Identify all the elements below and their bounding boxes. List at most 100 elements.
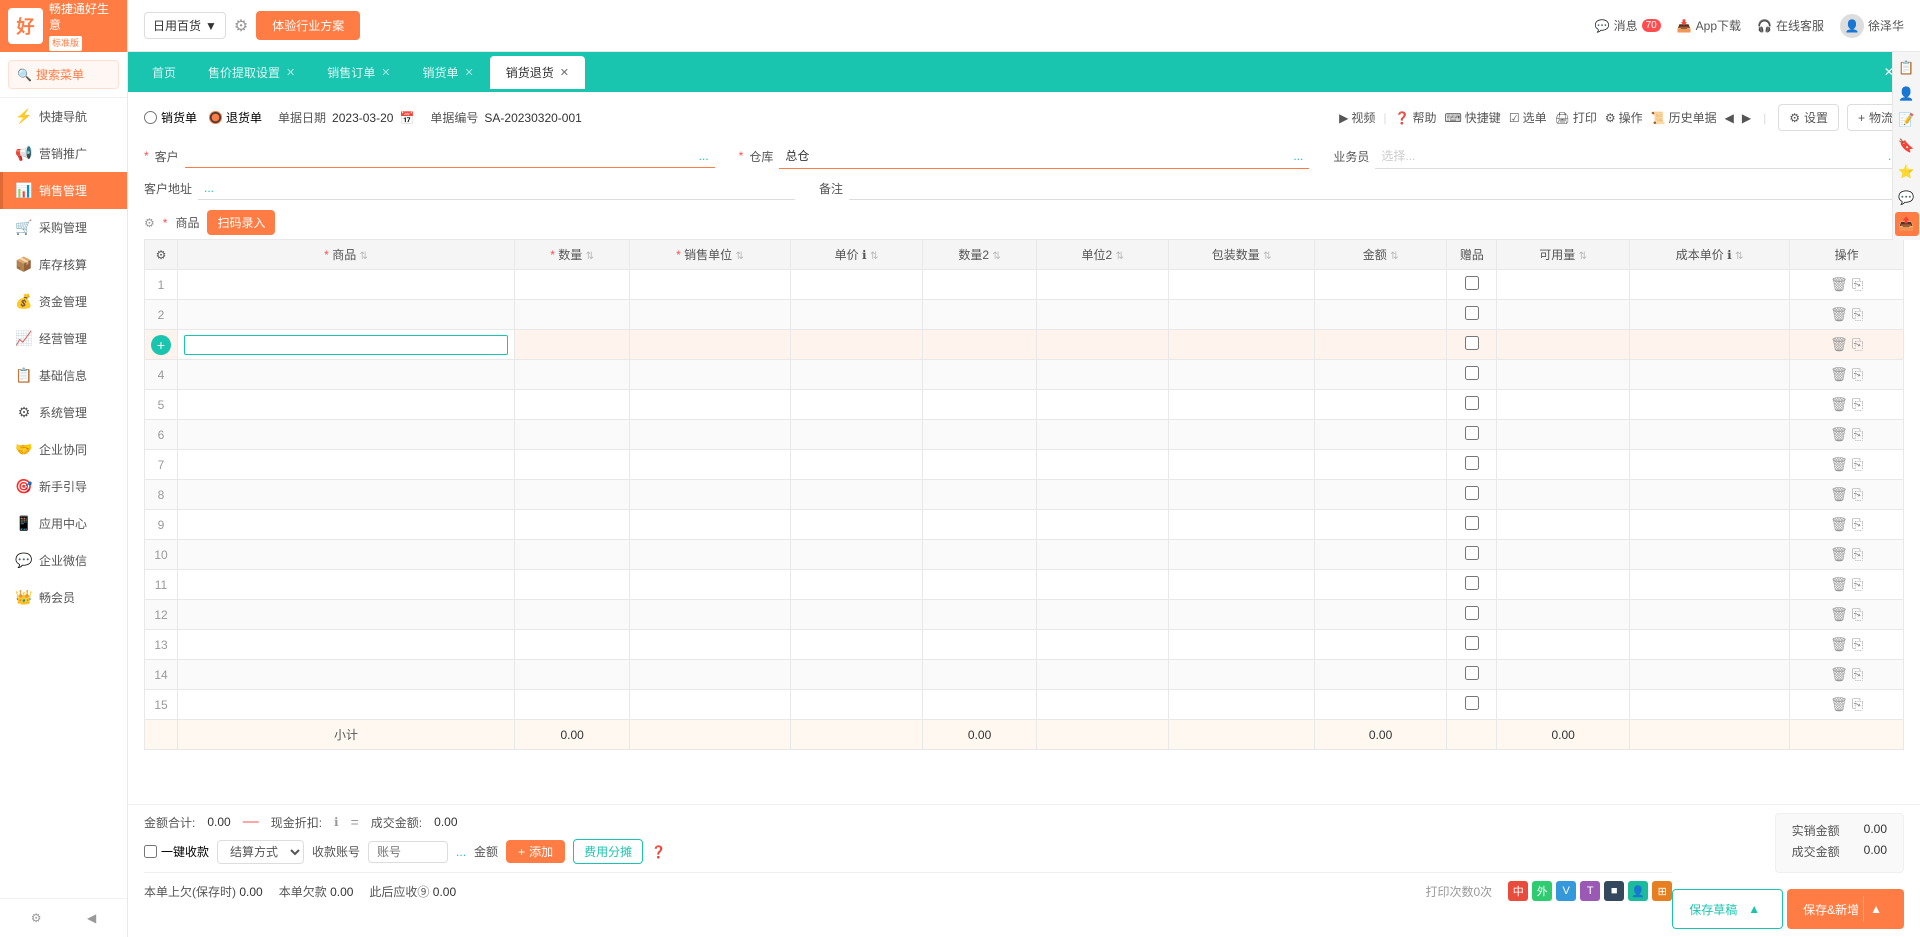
warehouse-input[interactable]: 总仓 ... (779, 143, 1309, 169)
industry-select[interactable]: 日用百货 ▼ (144, 12, 226, 39)
delete-row-icon-11[interactable]: 🗑 (1830, 576, 1848, 593)
cell-available-2[interactable] (1497, 300, 1630, 330)
cell-qty2-11[interactable] (923, 570, 1037, 600)
cell-unit2-15[interactable] (1036, 690, 1169, 720)
cell-cost-10[interactable] (1629, 540, 1789, 570)
cell-unit-4[interactable] (630, 360, 791, 390)
cell-gift-4[interactable] (1447, 360, 1497, 390)
copy-row-icon-7[interactable]: ⎘ (1852, 456, 1863, 473)
sort-unit-icon[interactable]: ⇅ (735, 251, 743, 262)
delete-row-icon-1[interactable]: 🗑 (1830, 276, 1848, 293)
gift-checkbox-14[interactable] (1465, 666, 1479, 680)
cell-available-12[interactable] (1497, 600, 1630, 630)
delete-row-icon-2[interactable]: 🗑 (1830, 306, 1848, 323)
cell-qty2-5[interactable] (923, 390, 1037, 420)
cell-unit-8[interactable] (630, 480, 791, 510)
cell-available-6[interactable] (1497, 420, 1630, 450)
gift-checkbox-3[interactable] (1465, 336, 1479, 350)
cell-product-14[interactable] (178, 660, 515, 690)
cell-amount-14[interactable] (1314, 660, 1447, 690)
save-draft-button[interactable]: 保存草稿 ▲ (1672, 889, 1783, 929)
sort-qty2-icon[interactable]: ⇅ (992, 251, 1000, 262)
cell-qty-7[interactable] (515, 450, 630, 480)
cell-cost-12[interactable] (1629, 600, 1789, 630)
cell-gift-14[interactable] (1447, 660, 1497, 690)
cell-pack-qty-5[interactable] (1169, 390, 1314, 420)
cell-unit2-14[interactable] (1036, 660, 1169, 690)
taskbar-icon-v[interactable]: V (1556, 881, 1576, 901)
nav-next-icon[interactable]: ▶ (1742, 111, 1751, 125)
delete-row-icon-5[interactable]: 🗑 (1830, 396, 1848, 413)
cell-qty-11[interactable] (515, 570, 630, 600)
sort-price-icon[interactable]: ⇅ (870, 251, 878, 262)
sidebar-item-wechat[interactable]: 💬 企业微信 (0, 542, 127, 579)
cell-qty2-15[interactable] (923, 690, 1037, 720)
cell-product-12[interactable] (178, 600, 515, 630)
payment-method-select[interactable]: 结算方式 (217, 840, 304, 864)
try-industry-button[interactable]: 体验行业方案 (256, 11, 360, 40)
cell-qty-1[interactable] (515, 270, 630, 300)
copy-row-icon-13[interactable]: ⎘ (1852, 636, 1863, 653)
copy-row-icon-9[interactable]: ⎘ (1852, 516, 1863, 533)
copy-row-icon-10[interactable]: ⎘ (1852, 546, 1863, 563)
cell-unit2-3[interactable] (1036, 330, 1169, 360)
cell-cost-7[interactable] (1629, 450, 1789, 480)
cell-pack-qty-9[interactable] (1169, 510, 1314, 540)
delete-row-icon-14[interactable]: 🗑 (1830, 666, 1848, 683)
cell-amount-15[interactable] (1314, 690, 1447, 720)
split-cost-button[interactable]: 费用分摊 (573, 839, 643, 864)
cell-gift-8[interactable] (1447, 480, 1497, 510)
tab-close-icon[interactable]: ✕ (465, 66, 474, 79)
cell-available-4[interactable] (1497, 360, 1630, 390)
copy-row-icon-15[interactable]: ⎘ (1852, 696, 1863, 713)
sidebar-item-shortcut[interactable]: ⚡ 快捷导航 (0, 98, 127, 135)
cell-amount-11[interactable] (1314, 570, 1447, 600)
gift-checkbox-2[interactable] (1465, 306, 1479, 320)
cell-unit2-1[interactable] (1036, 270, 1169, 300)
cell-gift-3[interactable] (1447, 330, 1497, 360)
cell-gift-7[interactable] (1447, 450, 1497, 480)
copy-row-icon-12[interactable]: ⎘ (1852, 606, 1863, 623)
cell-amount-5[interactable] (1314, 390, 1447, 420)
cell-unit-3[interactable] (630, 330, 791, 360)
history-action[interactable]: 📜 历史单据 (1651, 109, 1717, 126)
cell-price-1[interactable] (790, 270, 923, 300)
cell-pack-qty-8[interactable] (1169, 480, 1314, 510)
cell-price-8[interactable] (790, 480, 923, 510)
cell-gift-6[interactable] (1447, 420, 1497, 450)
cell-cost-11[interactable] (1629, 570, 1789, 600)
right-panel-upload-icon[interactable]: 📤 (1895, 212, 1919, 236)
cell-unit2-8[interactable] (1036, 480, 1169, 510)
cell-product-5[interactable] (178, 390, 515, 420)
gift-checkbox-7[interactable] (1465, 456, 1479, 470)
cell-unit-9[interactable] (630, 510, 791, 540)
copy-row-icon-4[interactable]: ⎘ (1852, 366, 1863, 383)
cell-qty2-6[interactable] (923, 420, 1037, 450)
cell-gift-11[interactable] (1447, 570, 1497, 600)
cell-unit2-11[interactable] (1036, 570, 1169, 600)
cell-product-15[interactable] (178, 690, 515, 720)
radio-return-input[interactable] (209, 111, 222, 124)
cell-price-10[interactable] (790, 540, 923, 570)
online-service-button[interactable]: 🎧 在线客服 (1757, 17, 1824, 34)
cell-available-5[interactable] (1497, 390, 1630, 420)
gift-checkbox-12[interactable] (1465, 606, 1479, 620)
tab-sales[interactable]: 销货单 ✕ (406, 56, 489, 89)
tab-close-icon[interactable]: ✕ (286, 66, 295, 79)
cell-cost-5[interactable] (1629, 390, 1789, 420)
delete-row-icon-10[interactable]: 🗑 (1830, 546, 1848, 563)
cell-amount-8[interactable] (1314, 480, 1447, 510)
cell-gift-12[interactable] (1447, 600, 1497, 630)
cell-qty-6[interactable] (515, 420, 630, 450)
cell-unit-1[interactable] (630, 270, 791, 300)
sidebar-item-basic[interactable]: 📋 基础信息 (0, 357, 127, 394)
cell-pack-qty-11[interactable] (1169, 570, 1314, 600)
cell-product-6[interactable] (178, 420, 515, 450)
cell-gift-1[interactable] (1447, 270, 1497, 300)
cell-qty2-12[interactable] (923, 600, 1037, 630)
cell-qty-8[interactable] (515, 480, 630, 510)
sort-unit2-icon[interactable]: ⇅ (1116, 251, 1124, 262)
sidebar-item-purchase[interactable]: 🛒 采购管理 (0, 209, 127, 246)
cell-product-9[interactable] (178, 510, 515, 540)
cell-qty2-4[interactable] (923, 360, 1037, 390)
